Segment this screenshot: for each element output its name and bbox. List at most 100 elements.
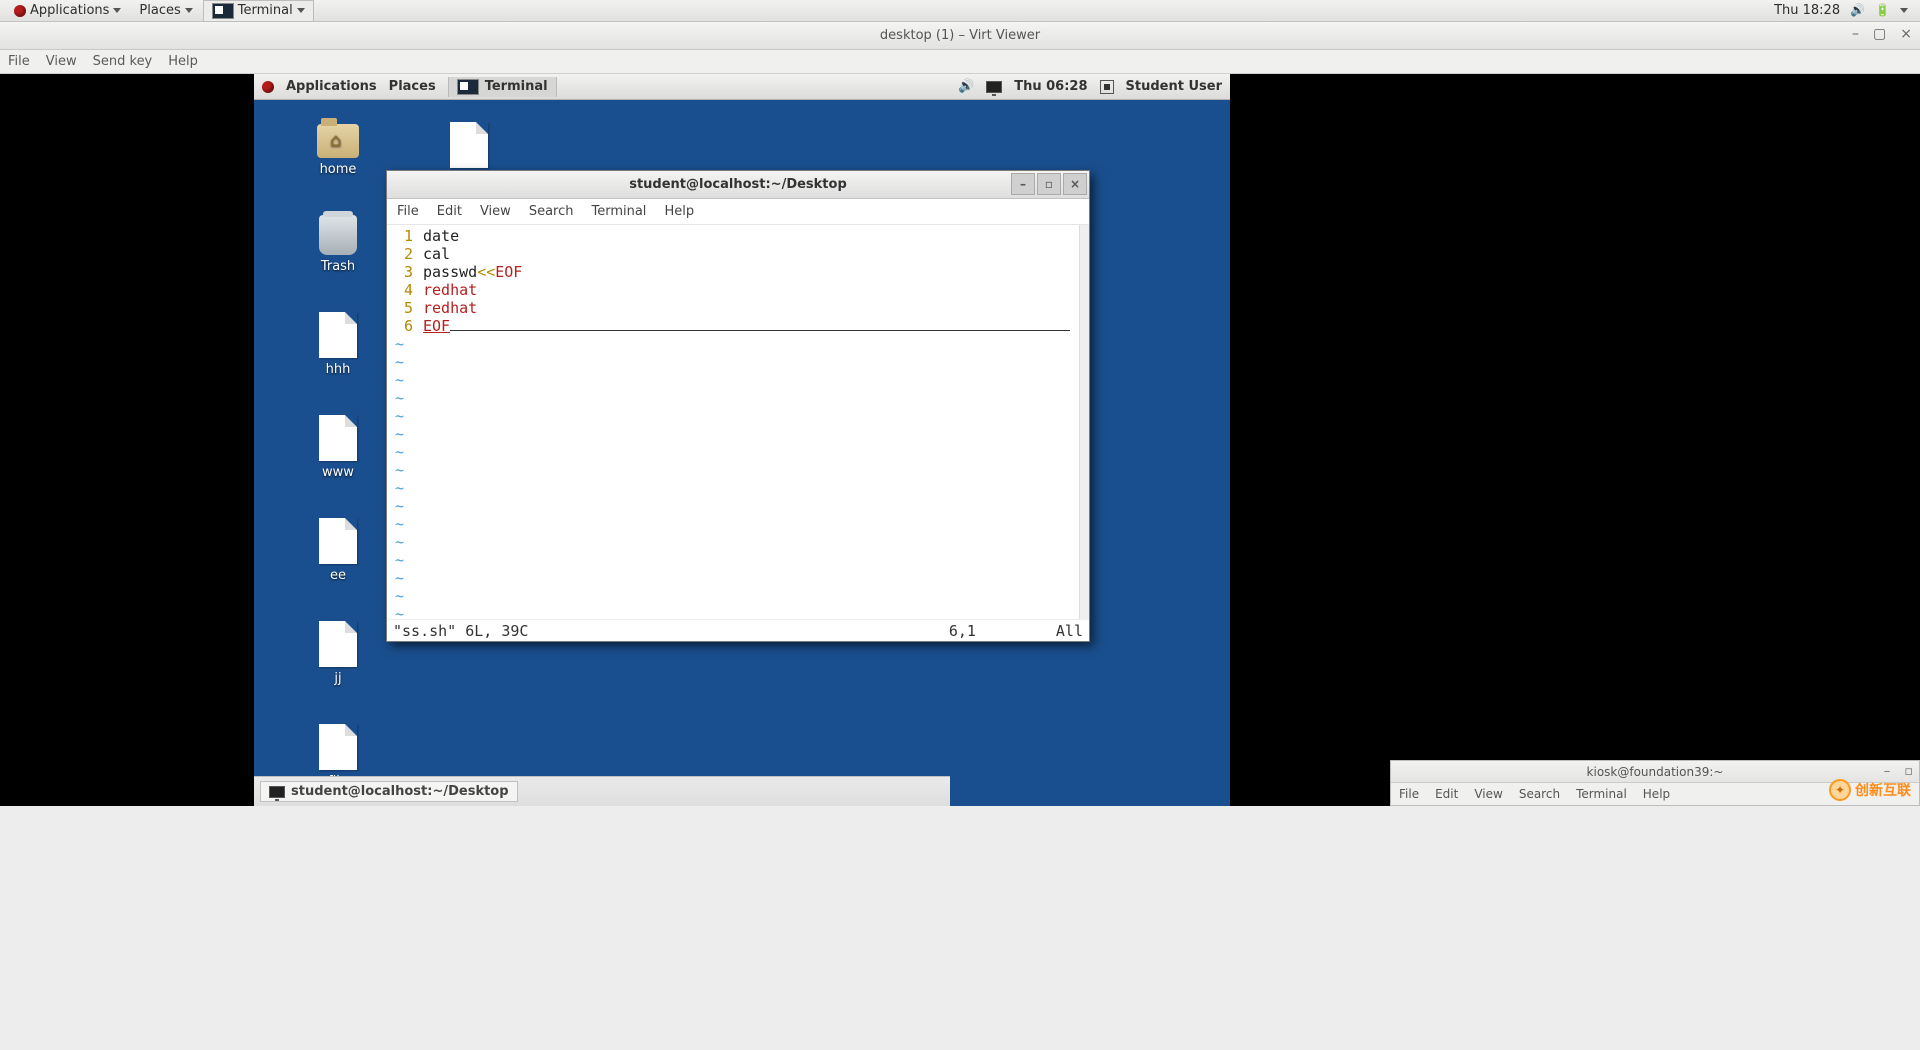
terminal-scrollbar[interactable]: [1079, 225, 1089, 619]
host-task-terminal[interactable]: Terminal: [203, 0, 314, 22]
guest-top-panel: Applications Places Terminal 🔊 Thu 06:28…: [254, 74, 1230, 100]
document-icon: [319, 621, 357, 667]
icon-label: Trash: [321, 259, 355, 274]
desktop-icon-jj[interactable]: jj: [298, 621, 378, 686]
virt-viewer-titlebar[interactable]: desktop (1) – Virt Viewer – ▢ ×: [0, 22, 1920, 50]
term-menu-help[interactable]: Help: [664, 204, 694, 219]
term-menu-edit[interactable]: Edit: [437, 204, 462, 219]
status-file: "ss.sh" 6L, 39C: [393, 622, 528, 640]
here-op: <<: [477, 263, 495, 281]
vim-line: 4 redhat: [393, 281, 1083, 299]
network-icon[interactable]: [986, 81, 1002, 93]
vim-status-line: "ss.sh" 6L, 39C 6,1 All: [387, 619, 1089, 641]
term-menu-view[interactable]: View: [480, 204, 511, 219]
host-clock[interactable]: Thu 18:28: [1774, 3, 1840, 18]
ht-menu-view[interactable]: View: [1474, 787, 1502, 801]
virt-viewer-title: desktop (1) – Virt Viewer: [880, 28, 1040, 43]
vim-tilde: ~: [395, 497, 1083, 515]
vim-tilde: ~: [395, 335, 1083, 353]
vv-menu-help[interactable]: Help: [168, 54, 198, 69]
taskbar-item-terminal[interactable]: student@localhost:~/Desktop: [260, 781, 518, 802]
host-places-menu[interactable]: Places: [131, 1, 200, 20]
vim-tilde: ~: [395, 569, 1083, 587]
trash-icon: [319, 215, 357, 255]
desktop-icons: home Trash hhh www ee jj: [298, 124, 378, 789]
line-text: date: [423, 227, 459, 245]
chevron-down-icon: [185, 8, 193, 13]
close-icon[interactable]: ×: [1900, 26, 1912, 42]
task-terminal-label: Terminal: [238, 3, 293, 18]
folder-icon: [317, 124, 359, 158]
vv-menu-file[interactable]: File: [8, 54, 30, 69]
ht-menu-file[interactable]: File: [1399, 787, 1419, 801]
chevron-down-icon: [297, 8, 305, 13]
host-terminal-title: kiosk@foundation39:~: [1587, 765, 1724, 779]
guest-applications-menu[interactable]: Applications: [286, 79, 377, 94]
ht-menu-terminal[interactable]: Terminal: [1576, 787, 1627, 801]
guest-desktop[interactable]: Applications Places Terminal 🔊 Thu 06:28…: [254, 74, 1230, 806]
guest-task-terminal[interactable]: Terminal: [448, 77, 557, 97]
host-terminal-menubar: File Edit View Search Terminal Help: [1391, 783, 1919, 805]
terminal-title: student@localhost:~/Desktop: [629, 177, 847, 192]
term-menu-file[interactable]: File: [397, 204, 419, 219]
battery-icon[interactable]: [1875, 3, 1890, 18]
maximize-icon[interactable]: ▢: [1873, 26, 1886, 42]
guest-framebuffer: Applications Places Terminal 🔊 Thu 06:28…: [0, 74, 1920, 806]
vim-tilde: ~: [395, 479, 1083, 497]
vim-tilde: ~: [395, 425, 1083, 443]
guest-clock[interactable]: Thu 06:28: [1014, 79, 1087, 94]
maximize-icon[interactable]: ▫: [1904, 764, 1913, 779]
minimize-icon[interactable]: –: [1884, 764, 1891, 779]
term-menu-search[interactable]: Search: [529, 204, 574, 219]
vim-tilde: ~: [395, 551, 1083, 569]
guest-terminal-window[interactable]: student@localhost:~/Desktop – ▫ × File E…: [386, 170, 1090, 642]
minimize-button[interactable]: –: [1011, 173, 1035, 195]
line-number: 2: [393, 245, 413, 263]
ht-menu-edit[interactable]: Edit: [1435, 787, 1458, 801]
line-text: redhat: [423, 281, 477, 299]
host-applications-menu[interactable]: Applications: [6, 1, 129, 20]
host-terminal-titlebar[interactable]: kiosk@foundation39:~ – ▫: [1391, 761, 1919, 783]
taskbar-item-label: student@localhost:~/Desktop: [291, 784, 509, 799]
applications-label: Applications: [30, 3, 109, 18]
here-kw: EOF: [495, 263, 522, 281]
desktop-icon-trash[interactable]: Trash: [298, 215, 378, 274]
vim-tilde: ~: [395, 461, 1083, 479]
host-terminal-window[interactable]: kiosk@foundation39:~ – ▫ File Edit View …: [1390, 760, 1920, 806]
ht-menu-help[interactable]: Help: [1643, 787, 1670, 801]
places-label: Places: [139, 3, 180, 18]
vv-menu-view[interactable]: View: [46, 54, 77, 69]
desktop-icon-hhh[interactable]: hhh: [298, 312, 378, 377]
terminal-icon: [212, 3, 234, 19]
desktop-icon-www[interactable]: www: [298, 415, 378, 480]
maximize-button[interactable]: ▫: [1037, 173, 1061, 195]
desktop-icon-home[interactable]: home: [298, 124, 378, 177]
guest-places-menu[interactable]: Places: [389, 79, 436, 94]
minimize-icon[interactable]: –: [1852, 26, 1859, 42]
ht-menu-search[interactable]: Search: [1519, 787, 1560, 801]
close-button[interactable]: ×: [1063, 173, 1087, 195]
vim-line: 1 date: [393, 227, 1083, 245]
vim-tilde: ~: [395, 533, 1083, 551]
chevron-down-icon[interactable]: [1900, 8, 1908, 13]
document-icon: [450, 122, 488, 168]
terminal-titlebar[interactable]: student@localhost:~/Desktop – ▫ ×: [387, 171, 1089, 199]
vv-menu-sendkey[interactable]: Send key: [93, 54, 153, 69]
icon-label: home: [320, 162, 357, 177]
task-terminal-label: Terminal: [485, 79, 548, 94]
line-text: cal: [423, 245, 450, 263]
desktop-icon-ee[interactable]: ee: [298, 518, 378, 583]
guest-taskbar: student@localhost:~/Desktop: [254, 776, 950, 806]
desktop-file-blank[interactable]: [450, 122, 488, 168]
host-top-panel: Applications Places Terminal Thu 18:28: [0, 0, 1920, 22]
virt-viewer-window: desktop (1) – Virt Viewer – ▢ × File Vie…: [0, 22, 1920, 74]
term-menu-terminal[interactable]: Terminal: [591, 204, 646, 219]
vim-tilde: ~: [395, 515, 1083, 533]
volume-icon[interactable]: 🔊: [958, 79, 974, 94]
volume-icon[interactable]: [1850, 3, 1865, 18]
guest-user-label[interactable]: Student User: [1126, 79, 1222, 94]
line-number: 6: [393, 317, 413, 335]
terminal-body[interactable]: 1 date 2 cal 3 passwd<<EOF 4 redhat: [387, 225, 1089, 619]
document-icon: [319, 724, 357, 770]
terminal-icon: [457, 79, 479, 95]
